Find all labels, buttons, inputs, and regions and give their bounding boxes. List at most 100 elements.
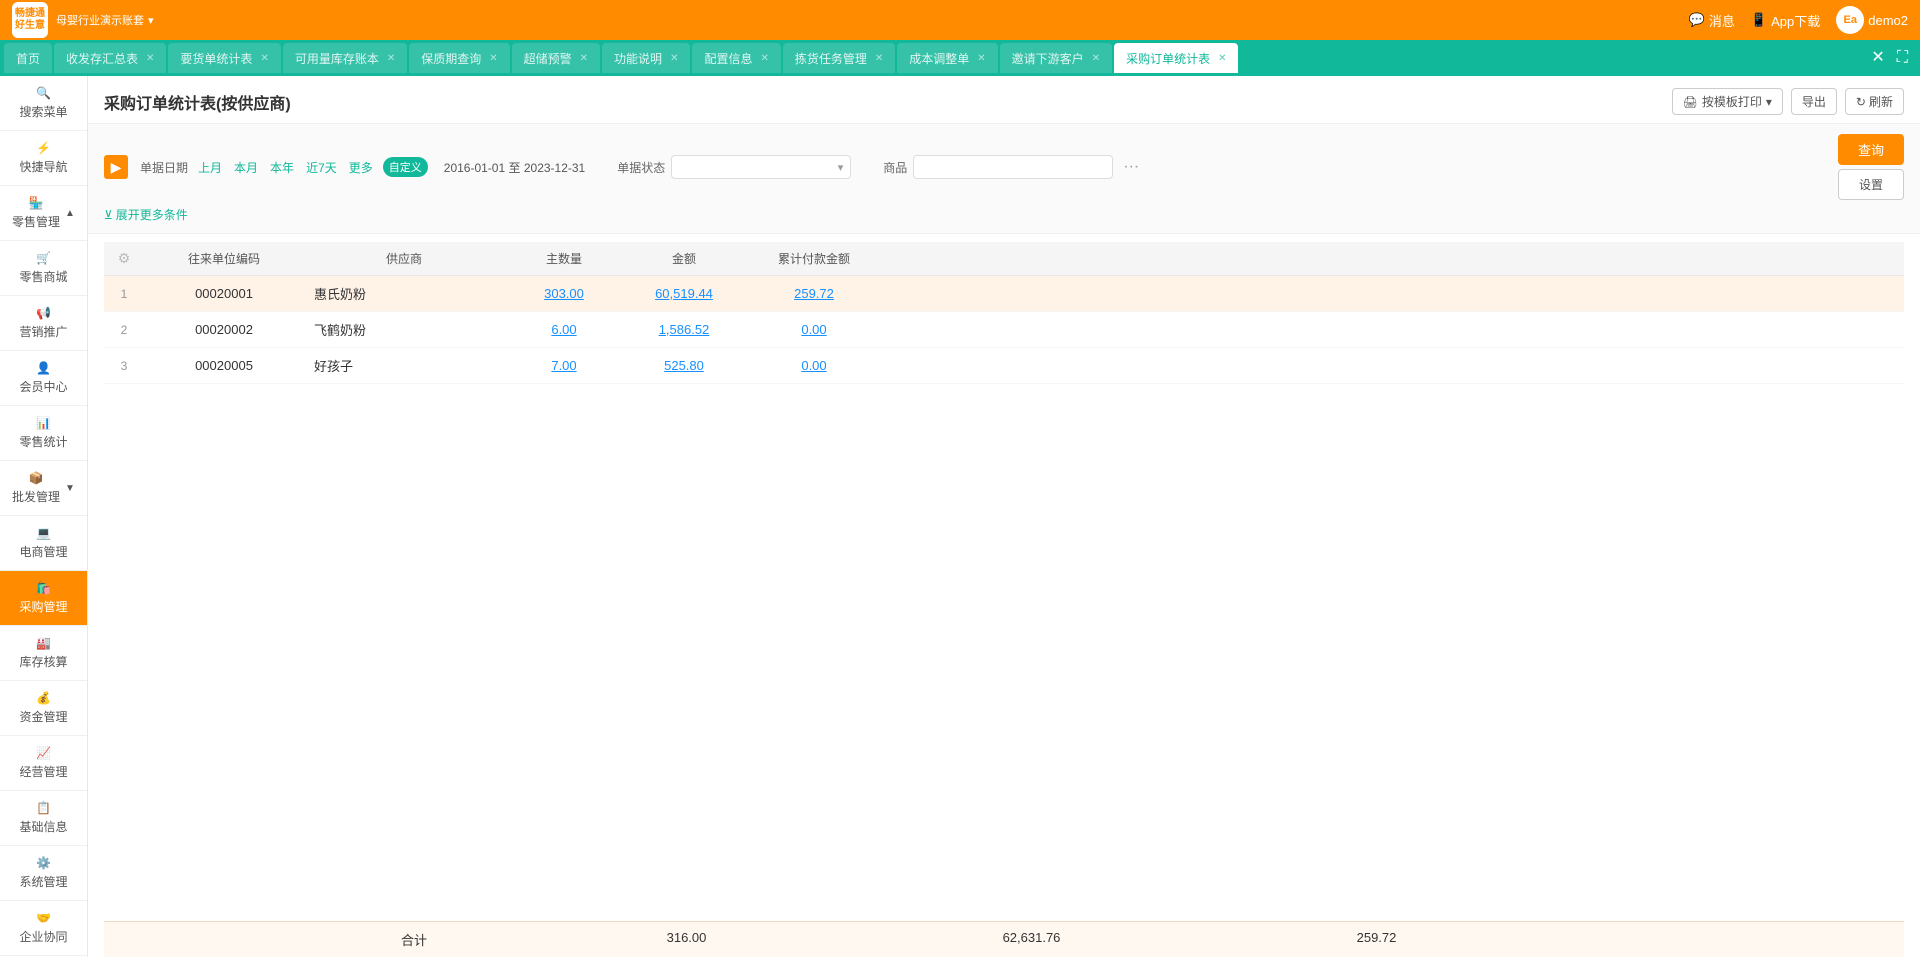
filter-toggle-button[interactable]: ▶ [104,155,128,179]
refresh-button[interactable]: ↻ 刷新 [1845,88,1904,115]
table-row[interactable]: 1 00020001 惠氏奶粉 303.00 60,519.44 259.72 [104,276,1904,312]
sidebar-item-inventory[interactable]: 🏭 库存核算 [0,626,87,681]
expand-more-btn[interactable]: ⊻ 展开更多条件 [104,206,1904,223]
shortcut-7days[interactable]: 近7天 [302,158,341,177]
column-settings-icon[interactable]: ⚙ [118,250,131,266]
col-amount: 金额 [624,242,744,276]
tab-func-desc-close[interactable]: ✕ [670,53,678,64]
sidebar-item-sys-mgmt[interactable]: ⚙️ 系统管理 [0,846,87,901]
tab-order-stat-label: 要货单统计表 [180,50,252,67]
tab-order-stat[interactable]: 要货单统计表 ✕ [168,43,280,73]
workspace-dropdown-icon: ▾ [148,14,154,27]
workspace-selector[interactable]: 母婴行业演示账套 ▾ [56,12,154,28]
sidebar-item-operations[interactable]: 📈 经营管理 [0,736,87,791]
ecommerce-icon: 💻 [36,526,51,540]
sidebar-item-ecommerce[interactable]: 💻 电商管理 [0,516,87,571]
tab-overstock-label: 超储预警 [524,50,572,67]
shortcut-more[interactable]: 更多 [345,158,377,177]
sidebar-item-retail-mall[interactable]: 🛒 零售商城 [0,241,87,296]
sidebar-item-enterprise[interactable]: 🤝 企业协同 [0,901,87,956]
sidebar-item-retail-stat[interactable]: 📊 零售统计 [0,406,87,461]
tab-config-label: 配置信息 [704,50,752,67]
col-code: 往来单位编码 [144,242,304,276]
purchase-icon: 🛍️ [36,581,51,595]
row3-paid: 0.00 [744,348,884,384]
tab-func-desc-label: 功能说明 [614,50,662,67]
filter-row-1: ▶ 单据日期 上月 本月 本年 近7天 更多 自定义 2016-01-01 [104,134,1904,200]
nav-tabs-actions: ✕ ⛶ [1867,48,1916,68]
tab-home[interactable]: 首页 [4,43,52,73]
wholesale-arrow-icon: ▼ [65,483,75,494]
col-empty [884,242,1904,276]
footer-extra [1549,930,1894,949]
tab-cost-adjust[interactable]: 成本调整单 ✕ [897,43,997,73]
tab-purchase-stat-close[interactable]: ✕ [1218,53,1226,64]
top-bar: 畅捷通好生意 母婴行业演示账套 ▾ 💬 消息 📱 App下载 Ea demo2 [0,0,1920,40]
tab-config-close[interactable]: ✕ [760,53,768,64]
sidebar-item-search[interactable]: 🔍 搜索菜单 [0,76,87,131]
shortcut-this-month[interactable]: 本月 [230,158,262,177]
sidebar-item-quick-nav[interactable]: ⚡ 快捷导航 [0,131,87,186]
tab-maximize-icon[interactable]: ⛶ [1893,48,1912,68]
goods-more-icon[interactable]: ··· [1119,158,1143,176]
message-icon: 💬 [1689,12,1705,28]
tab-warranty[interactable]: 保质期查询 ✕ [409,43,509,73]
tab-available-inv-close[interactable]: ✕ [387,53,395,64]
shortcut-this-year[interactable]: 本年 [266,158,298,177]
row3-amount: 525.80 [624,348,744,384]
tab-collect-pay[interactable]: 收发存汇总表 ✕ [54,43,166,73]
export-button[interactable]: 导出 [1791,88,1837,115]
inventory-icon: 🏭 [36,636,51,650]
expand-icon: ⊻ [104,208,113,222]
row1-supplier: 惠氏奶粉 [304,276,504,312]
row2-qty: 6.00 [504,312,624,348]
tab-invite-down-close[interactable]: ✕ [1092,53,1100,64]
sidebar-item-finance[interactable]: 💰 资金管理 [0,681,87,736]
user-menu[interactable]: Ea demo2 [1836,6,1908,34]
tab-cost-adjust-label: 成本调整单 [909,50,969,67]
footer-empty1 [114,930,154,949]
tab-collect-pay-close[interactable]: ✕ [146,53,154,64]
tab-cost-adjust-close[interactable]: ✕ [977,53,985,64]
tab-purchase-stat[interactable]: 采购订单统计表 ✕ [1114,43,1238,73]
date-shortcuts: 上月 本月 本年 近7天 更多 [194,158,377,177]
tab-available-inv[interactable]: 可用量库存账本 ✕ [283,43,407,73]
content-area: 采购订单统计表(按供应商) 🖨 按模板打印 ▾ 导出 ↻ 刷新 ▶ [88,76,1920,957]
settings-button[interactable]: 设置 [1838,169,1904,200]
goods-input[interactable] [913,155,1113,179]
shortcut-last-month[interactable]: 上月 [194,158,226,177]
tab-overstock[interactable]: 超储预警 ✕ [512,43,600,73]
tab-func-desc[interactable]: 功能说明 ✕ [602,43,690,73]
date-label: 单据日期 [140,159,188,176]
tab-overstock-close[interactable]: ✕ [580,53,588,64]
sidebar-item-purchase[interactable]: 🛍️ 采购管理 [0,571,87,626]
sidebar-item-marketing[interactable]: 📢 营销推广 [0,296,87,351]
message-btn[interactable]: 💬 消息 [1689,11,1735,30]
query-button[interactable]: 查询 [1838,134,1904,165]
row1-code: 00020001 [144,276,304,312]
app-download-btn[interactable]: 📱 App下载 [1751,11,1820,30]
date-filter-group: 单据日期 上月 本月 本年 近7天 更多 自定义 [140,157,428,177]
sidebar-item-wholesale[interactable]: 📦 批发管理 ▼ [0,461,87,516]
template-print-button[interactable]: 🖨 按模板打印 ▾ [1672,88,1783,115]
sidebar-item-retail[interactable]: 🏪 零售管理 ▲ [0,186,87,241]
custom-date-tag[interactable]: 自定义 [383,157,428,177]
table-area: ⚙ 往来单位编码 供应商 主数量 金额 累计付款金额 1 00020001 [88,234,1920,921]
status-select[interactable] [671,155,851,179]
row1-no: 1 [104,276,144,312]
sidebar-item-member[interactable]: 👤 会员中心 [0,351,87,406]
tab-order-stat-close[interactable]: ✕ [260,53,268,64]
table-row[interactable]: 3 00020005 好孩子 7.00 525.80 0.00 [104,348,1904,384]
tab-invite-down[interactable]: 邀请下游客户 ✕ [1000,43,1112,73]
table-row[interactable]: 2 00020002 飞鹤奶粉 6.00 1,586.52 0.00 [104,312,1904,348]
tab-warranty-close[interactable]: ✕ [489,53,497,64]
goods-filter-group: 商品 ··· [883,155,1143,179]
tab-config[interactable]: 配置信息 ✕ [692,43,780,73]
tab-pick-task-close[interactable]: ✕ [875,53,883,64]
sidebar-item-basic-info[interactable]: 📋 基础信息 [0,791,87,846]
tab-pick-task[interactable]: 拣货任务管理 ✕ [783,43,895,73]
tab-close-all-icon[interactable]: ✕ [1867,48,1888,68]
print-icon: 🖨 [1683,95,1698,109]
operations-icon: 📈 [36,746,51,760]
col-gear: ⚙ [104,242,144,276]
